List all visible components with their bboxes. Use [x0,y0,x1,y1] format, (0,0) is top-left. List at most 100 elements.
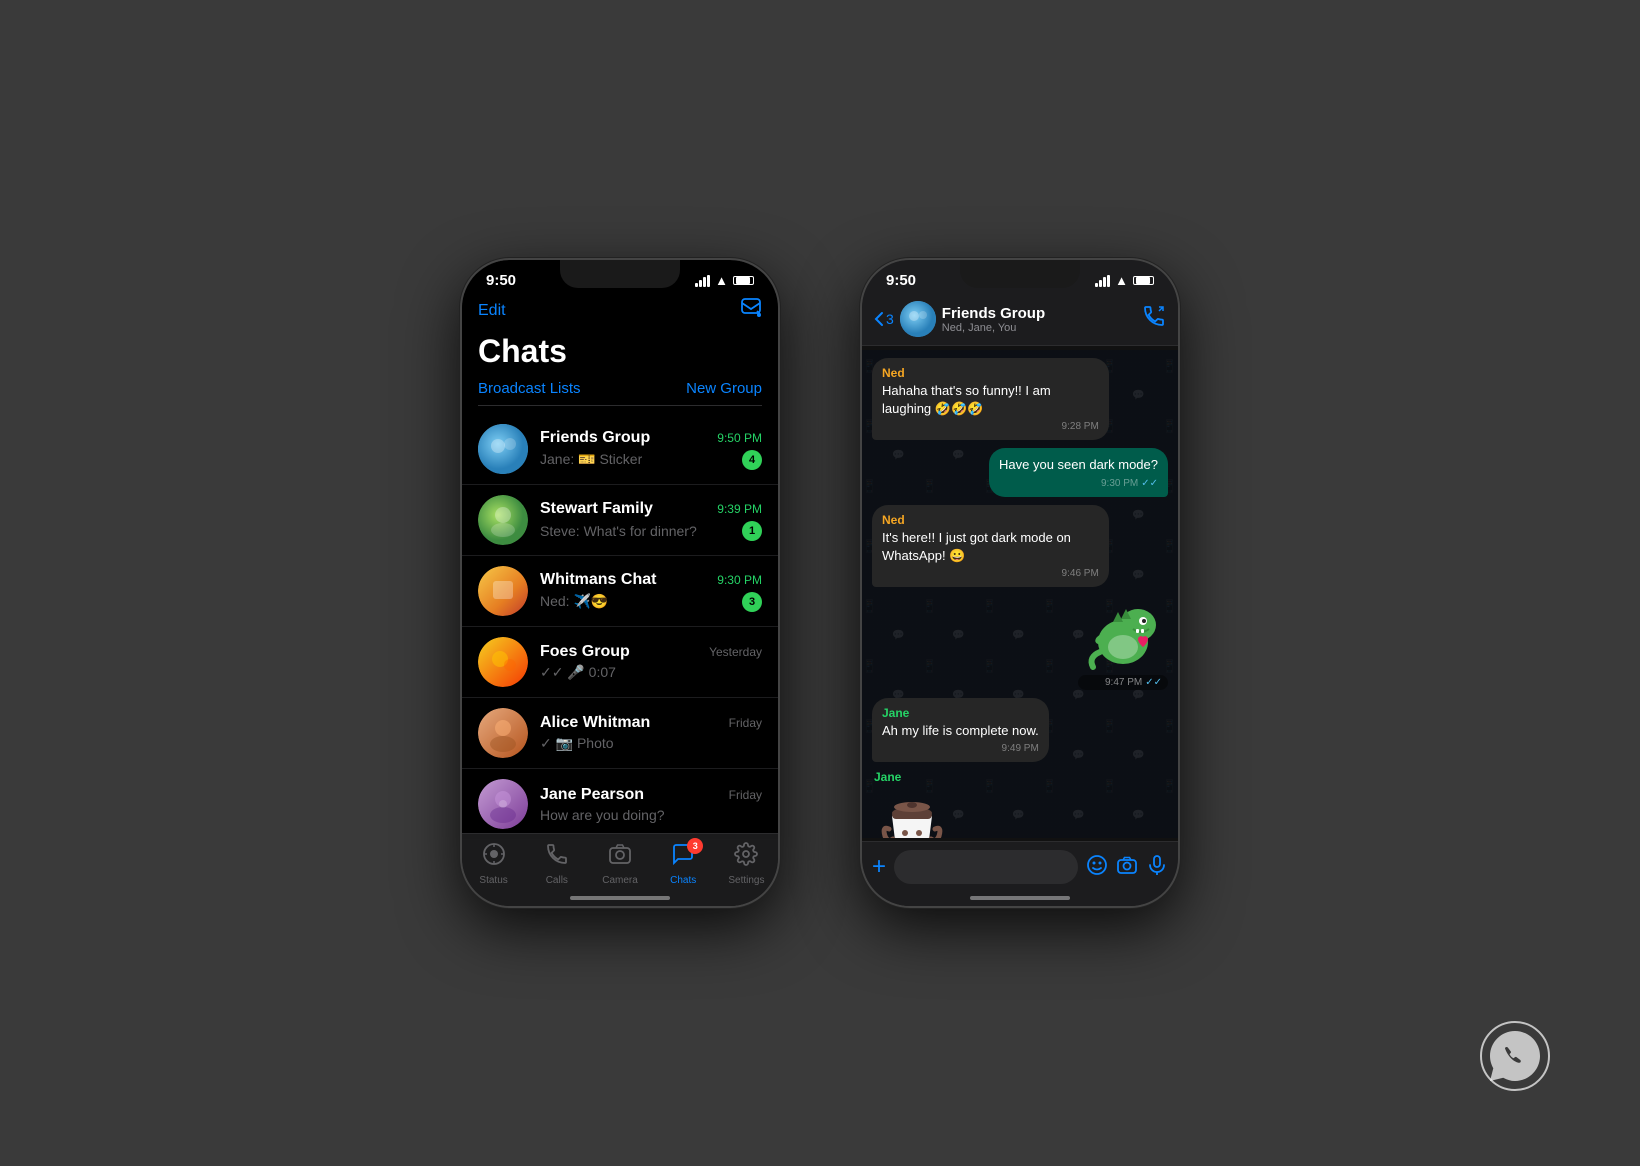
compose-button[interactable] [740,297,762,325]
sticker-time-dino: 9:47 PM ✓✓ [1078,675,1168,690]
signal-bar [1107,275,1110,287]
avatar-alice-whitman [478,708,528,758]
tab-chats-label: Chats [670,875,696,886]
tab-calls[interactable]: Calls [525,842,588,886]
chat-badge: 3 [742,592,762,612]
chat-time: 9:39 PM [717,502,762,516]
sticker-button[interactable] [1086,854,1108,881]
msg-text-ned-1: Hahaha that's so funny!! I am laughing 🤣… [882,382,1099,418]
chats-tab-badge: 3 [687,838,703,854]
chat-content-jane: Jane Pearson Friday How are you doing? [540,786,762,823]
tab-calls-label: Calls [546,875,568,886]
chat-badge: 1 [742,521,762,541]
chat-bottom-row: ✓ 📷 Photo [540,735,762,752]
chat-item-stewart-family[interactable]: Stewart Family 9:39 PM Steve: What's for… [462,485,778,556]
chat-name: Stewart Family [540,500,653,518]
tab-camera-label: Camera [602,875,638,886]
chat-preview: Steve: What's for dinner? [540,523,697,539]
chat-time: 9:50 PM [717,431,762,445]
new-group-link[interactable]: New Group [686,380,762,397]
chat-item-foes-group[interactable]: Foes Group Yesterday ✓✓ 🎤 0:07 [462,627,778,698]
left-phone: 9:50 ▲ Edit [460,258,780,908]
whatsapp-logo-svg [1480,1021,1550,1091]
chat-name: Foes Group [540,643,630,661]
chats-tab-icon: 3 [671,842,695,872]
tab-camera[interactable]: Camera [588,842,651,886]
chat-time: Yesterday [709,645,762,659]
chat-group-subtitle: Ned, Jane, You [942,322,1136,334]
input-action-buttons [1086,854,1168,881]
battery-fill [736,277,750,284]
plus-button[interactable]: + [872,853,886,881]
chat-item-whitmans[interactable]: Whitmans Chat 9:30 PM Ned: ✈️😎 3 [462,556,778,627]
mic-button[interactable] [1146,854,1168,881]
chat-detail-header: 3 Friends Group Ned, Jane, You [862,293,1178,346]
signal-bar-3 [703,277,706,287]
avatar-friends-group [478,424,528,474]
msg-time-jane-1: 9:49 PM [882,743,1039,754]
chat-name: Jane Pearson [540,786,644,804]
chat-badge: 4 [742,450,762,470]
chat-content-whitmans: Whitmans Chat 9:30 PM Ned: ✈️😎 3 [540,571,762,612]
coffee-svg [877,791,947,838]
chat-bottom-row: ✓✓ 🎤 0:07 [540,664,762,681]
battery-icon [733,276,754,285]
chat-content-friends-group: Friends Group 9:50 PM Jane: 🎫 Sticker 4 [540,429,762,470]
tab-chats[interactable]: 3 Chats [652,842,715,886]
sticker-check-icon: ✓✓ [1145,677,1162,688]
calls-tab-icon [545,842,569,872]
message-ned-2: Ned It's here!! I just got dark mode on … [872,505,1109,587]
chat-top-row: Jane Pearson Friday [540,786,762,804]
chat-bottom-row: Ned: ✈️😎 3 [540,592,762,612]
avatar-stewart-family [478,495,528,545]
whatsapp-logo [1480,1021,1550,1096]
msg-time-sent-1: 9:30 PM ✓✓ [999,478,1158,489]
camera-input-button[interactable] [1116,854,1138,881]
back-count: 3 [886,311,894,327]
broadcast-lists-link[interactable]: Broadcast Lists [478,380,581,397]
settings-tab-icon [734,842,758,872]
camera-tab-icon [608,842,632,872]
msg-text-sent-1: Have you seen dark mode? [999,456,1158,474]
side-button [778,430,780,510]
chat-item-jane-pearson[interactable]: Jane Pearson Friday How are you doing? [462,769,778,840]
status-time-left: 9:50 [486,272,516,289]
call-button[interactable] [1142,304,1166,334]
battery-fill-right [1136,277,1150,284]
battery-icon-right [1133,276,1154,285]
chat-preview: Ned: ✈️😎 [540,593,608,610]
chat-time: Friday [729,716,762,730]
chat-top-row: Friends Group 9:50 PM [540,429,762,447]
msg-sender-ned-2: Ned [882,513,1099,527]
status-bar-left: 9:50 ▲ [462,260,778,293]
message-input[interactable] [894,850,1078,884]
msg-sender-jane-sticker: Jane [872,770,952,784]
messages-area: Ned Hahaha that's so funny!! I am laughi… [862,350,1178,838]
chat-group-name: Friends Group [942,305,1136,322]
chat-top-row: Alice Whitman Friday [540,714,762,732]
chat-bottom-row: Jane: 🎫 Sticker 4 [540,450,762,470]
chats-title: Chats [478,333,762,376]
edit-button[interactable]: Edit [478,302,506,320]
side-button [1178,430,1180,510]
chat-bottom-row: How are you doing? [540,807,762,823]
header-avatar [900,301,936,337]
dino-svg [1083,597,1163,672]
status-icons-left: ▲ [695,273,754,288]
right-phone: 9:50 ▲ [860,258,1180,908]
msg-sender-ned: Ned [882,366,1099,380]
chat-name: Friends Group [540,429,650,447]
chats-nav: Edit [478,293,762,333]
chat-content-stewart: Stewart Family 9:39 PM Steve: What's for… [540,500,762,541]
chat-item-alice-whitman[interactable]: Alice Whitman Friday ✓ 📷 Photo [462,698,778,769]
back-button[interactable]: 3 [874,311,894,327]
msg-time-ned-1: 9:28 PM [882,421,1099,432]
status-tab-icon [482,842,506,872]
chat-item-friends-group[interactable]: Friends Group 9:50 PM Jane: 🎫 Sticker 4 [462,414,778,485]
chat-list: Friends Group 9:50 PM Jane: 🎫 Sticker 4 [462,414,778,840]
message-ned-1: Ned Hahaha that's so funny!! I am laughi… [872,358,1109,440]
signal-bar-2 [699,280,702,287]
tab-status-label: Status [479,875,507,886]
tab-status[interactable]: Status [462,842,525,886]
tab-settings[interactable]: Settings [715,842,778,886]
